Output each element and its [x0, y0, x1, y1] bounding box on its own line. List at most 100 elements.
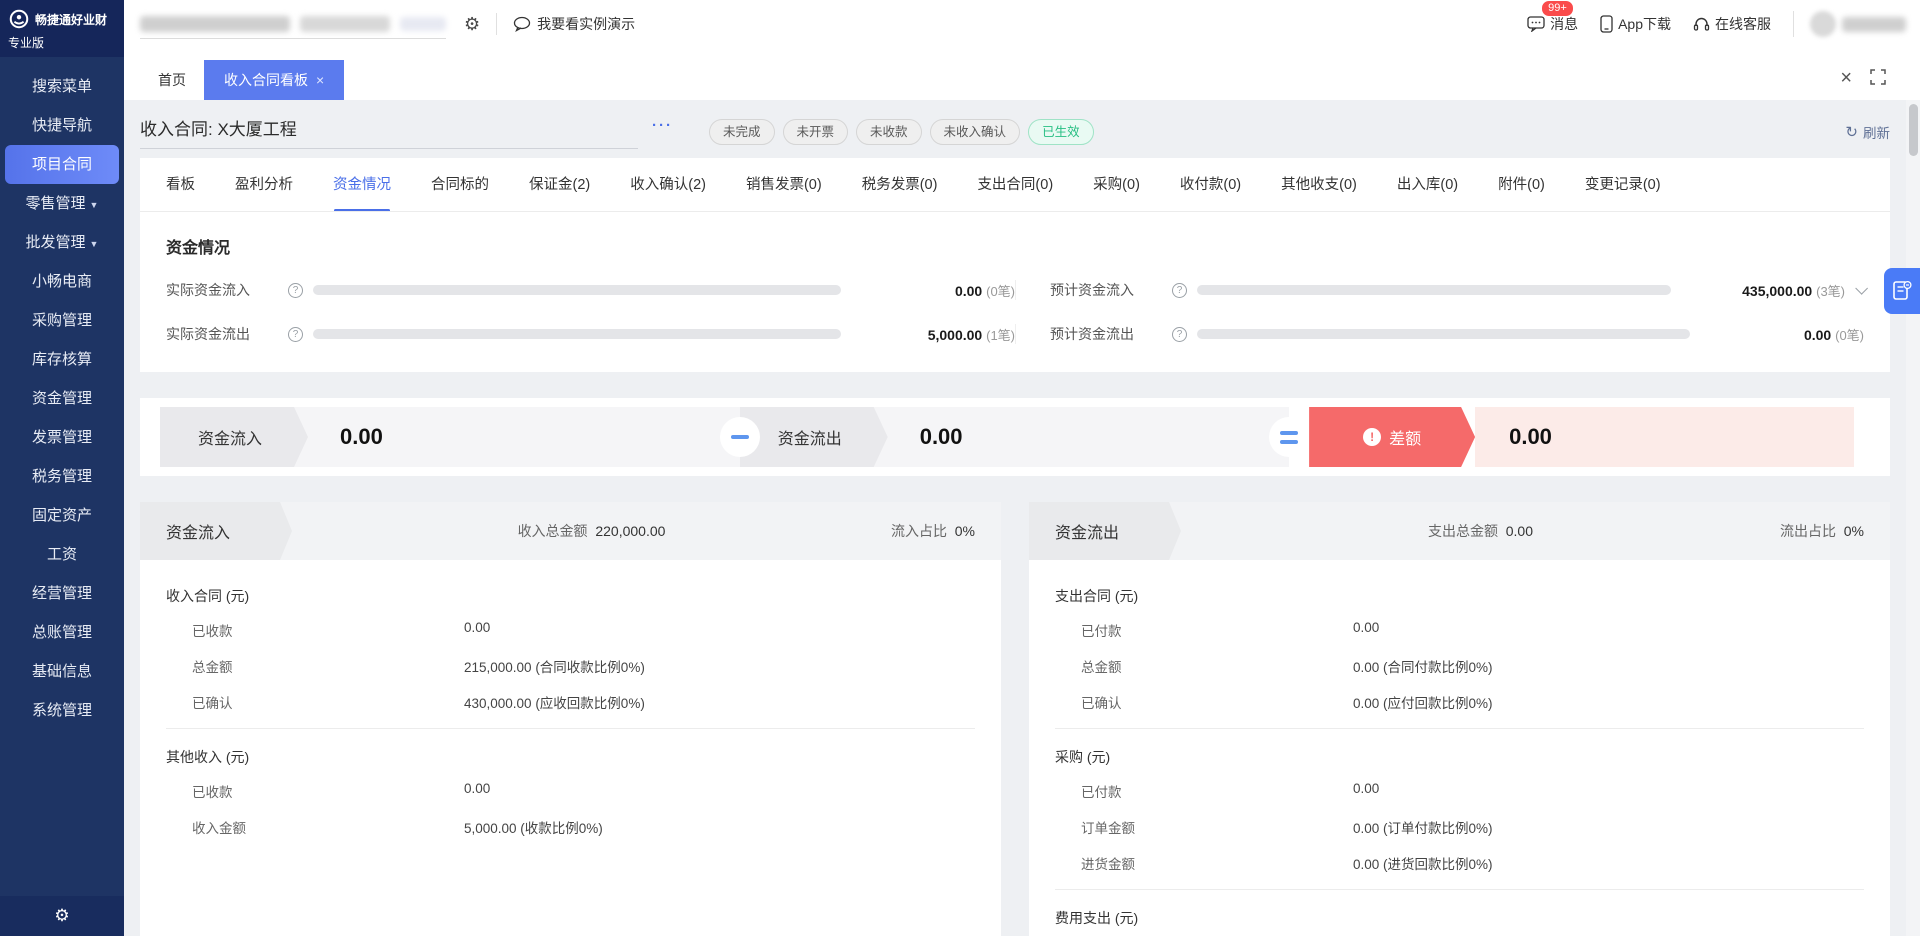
- chevron-down-icon[interactable]: [1855, 281, 1868, 295]
- messages-button[interactable]: 消息 99+: [1527, 0, 1578, 34]
- tab-purchase[interactable]: 采购(0): [1093, 158, 1140, 211]
- tab-funds-status[interactable]: 资金情况: [333, 158, 391, 211]
- status-badge: 未开票: [782, 119, 849, 145]
- redacted-username: [1842, 16, 1906, 32]
- sidebar-item-tax[interactable]: 税务管理: [0, 457, 124, 496]
- brand-name: 畅捷通好业财: [35, 12, 108, 27]
- progress-bar: [313, 285, 841, 295]
- progress-bar: [1197, 329, 1690, 339]
- scrollbar-thumb[interactable]: [1909, 104, 1918, 156]
- sidebar-item-funds[interactable]: 资金管理: [0, 379, 124, 418]
- sidebar-item-retail[interactable]: 零售管理 ▼: [0, 184, 124, 223]
- outflow-summary: 资金流出 0.00: [739, 407, 1290, 467]
- tab-sales-invoice[interactable]: 销售发票(0): [746, 158, 822, 211]
- tab-close-icon[interactable]: [316, 60, 324, 100]
- note-float-button[interactable]: [1884, 268, 1920, 314]
- fullscreen-icon[interactable]: [1870, 69, 1886, 88]
- app-download-button[interactable]: App下载: [1600, 14, 1671, 34]
- expense-section: 费用支出 (元) 已付款0.00: [1055, 889, 1864, 936]
- progress-bar: [1197, 285, 1671, 295]
- tab-expense-contract[interactable]: 支出合同(0): [977, 158, 1053, 211]
- difference-chip: 差额: [1309, 407, 1475, 467]
- redacted-text: [400, 16, 446, 31]
- tab-income-contract-dashboard[interactable]: 收入合同看板: [204, 60, 345, 100]
- sidebar: 畅捷通好业财 专业版 搜索菜单 快捷导航 项目合同 零售管理 ▼ 批发管理 ▼ 小畅…: [0, 0, 124, 936]
- redacted-text: [140, 15, 290, 32]
- redacted-company-name: [140, 15, 446, 39]
- document-tabstrip: 首页 收入合同看板: [124, 48, 1920, 100]
- sidebar-item-invoice[interactable]: 发票管理: [0, 418, 124, 457]
- inflow-summary: 资金流入 0.00: [160, 407, 740, 467]
- expected-inflow-row: 预计资金流入 435,000.00 (3笔): [1015, 280, 1868, 300]
- data-row: 已确认 0.00 (应付回款比例0%): [1081, 696, 1493, 711]
- sidebar-item-general-ledger[interactable]: 总账管理: [0, 613, 124, 652]
- contract-title-field: 收入合同: X大厦工程: [140, 115, 638, 149]
- strip-actions: [1840, 67, 1886, 90]
- actual-outflow-row: 实际资金流出 5,000.00 (1笔): [166, 324, 1015, 344]
- tab-in-out-warehouse[interactable]: 出入库(0): [1397, 158, 1458, 211]
- data-row: 已收款 0.00: [192, 620, 491, 639]
- sidebar-item-purchasing[interactable]: 采购管理: [0, 301, 124, 340]
- user-menu[interactable]: [1793, 11, 1906, 37]
- brand-edition: 专业版: [8, 36, 45, 50]
- topbar-right: 消息 99+ App下载 在线客服: [1527, 0, 1906, 37]
- tab-other-income-expense[interactable]: 其他收支(0): [1281, 158, 1357, 211]
- outflow-total: 0.00: [919, 424, 963, 449]
- main-area: 我要看实例演示 消息 99+ App下载 在线客服: [124, 0, 1920, 936]
- tab-income-confirm[interactable]: 收入确认(2): [630, 158, 706, 211]
- sidebar-item-fixed-assets[interactable]: 固定资产: [0, 496, 124, 535]
- more-actions-icon[interactable]: ···: [652, 117, 673, 134]
- data-row: 已付款0.00: [1081, 620, 1380, 639]
- help-icon[interactable]: [288, 326, 303, 342]
- tab-contract-subject[interactable]: 合同标的: [431, 158, 489, 211]
- settings-gear-icon[interactable]: [54, 906, 69, 926]
- sidebar-item-operations[interactable]: 经营管理: [0, 574, 124, 613]
- online-service-button[interactable]: 在线客服: [1693, 14, 1771, 34]
- brand-block: 畅捷通好业财 专业版: [0, 0, 124, 57]
- data-row: 订单金额 0.00 (订单付款比例0%): [1081, 821, 1493, 836]
- tab-board[interactable]: 看板: [166, 158, 195, 211]
- headset-icon: [1693, 17, 1710, 31]
- equals-icon: [1269, 417, 1310, 457]
- help-icon[interactable]: [288, 282, 303, 298]
- sidebar-item-ecommerce[interactable]: 小畅电商: [0, 262, 124, 301]
- tab-tax-invoice[interactable]: 税务发票(0): [862, 158, 938, 211]
- status-badge: 未收入确认: [929, 119, 1021, 145]
- status-badge: 未完成: [709, 119, 775, 145]
- refresh-icon: [1845, 123, 1858, 141]
- gear-icon[interactable]: [464, 14, 480, 35]
- tab-attachments[interactable]: 附件(0): [1498, 158, 1545, 211]
- brand-logo-icon: [9, 9, 29, 29]
- speech-bubble-icon: [513, 16, 531, 32]
- purchase-section: 采购 (元) 已付款 0.00 订单金额 0.00 (订单付款比例0%) 进货金额 0…: [1055, 728, 1864, 889]
- other-income-section: 其他收入 (元) 已收款 0.00 收入金额 5,000.00 (收款比例0%): [166, 728, 975, 853]
- sidebar-item-system[interactable]: 系统管理: [0, 691, 124, 730]
- outflow-panel-header: 资金流出 支出总金额 0.00 流出占比 0%: [1029, 502, 1890, 560]
- sidebar-item-quick-nav[interactable]: 快捷导航: [0, 106, 124, 145]
- inflow-chip: 资金流入: [160, 407, 308, 467]
- sidebar-item-inventory[interactable]: 库存核算: [0, 340, 124, 379]
- tab-profit-analysis[interactable]: 盈利分析: [235, 158, 293, 211]
- sidebar-item-project-contract[interactable]: 项目合同: [5, 145, 119, 184]
- tab-receipts-payments[interactable]: 收付款(0): [1180, 158, 1241, 211]
- help-icon[interactable]: [1172, 282, 1187, 298]
- sidebar-item-salary[interactable]: 工资: [0, 535, 124, 574]
- expense-contract-section: 支出合同 (元) 已付款 0.00 总金额 0.00 (合同付款比例0%) 已确认 0…: [1055, 568, 1864, 728]
- funds-section-title: 资金情况: [166, 240, 231, 257]
- app-window: 畅捷通好业财 专业版 搜索菜单 快捷导航 项目合同 零售管理 ▼ 批发管理 ▼ 小畅…: [0, 0, 1920, 936]
- actual-inflow-row: 实际资金流入 0.00 (0笔): [166, 280, 1015, 300]
- sidebar-item-basic-info[interactable]: 基础信息: [0, 652, 124, 691]
- tab-home[interactable]: 首页: [140, 60, 204, 100]
- dropdown-caret-icon: ▼: [89, 239, 99, 249]
- demo-link[interactable]: 我要看实例演示: [513, 14, 635, 34]
- tab-change-log[interactable]: 变更记录(0): [1585, 158, 1661, 211]
- detail-tabs: 看板 盈利分析 资金情况 合同标的 保证金(2) 收入确认(2) 销售发票(0)…: [140, 158, 1890, 212]
- help-icon[interactable]: [1172, 326, 1187, 342]
- data-row: 已确认 430,000.00 (应收回款比例0%): [192, 696, 645, 711]
- status-badge: 未收款: [856, 119, 922, 145]
- refresh-button[interactable]: 刷新: [1845, 122, 1890, 142]
- sidebar-item-search-menu[interactable]: 搜索菜单: [0, 67, 124, 106]
- sidebar-item-wholesale[interactable]: 批发管理 ▼: [0, 223, 124, 262]
- close-icon[interactable]: [1840, 67, 1852, 90]
- tab-deposit[interactable]: 保证金(2): [529, 158, 590, 211]
